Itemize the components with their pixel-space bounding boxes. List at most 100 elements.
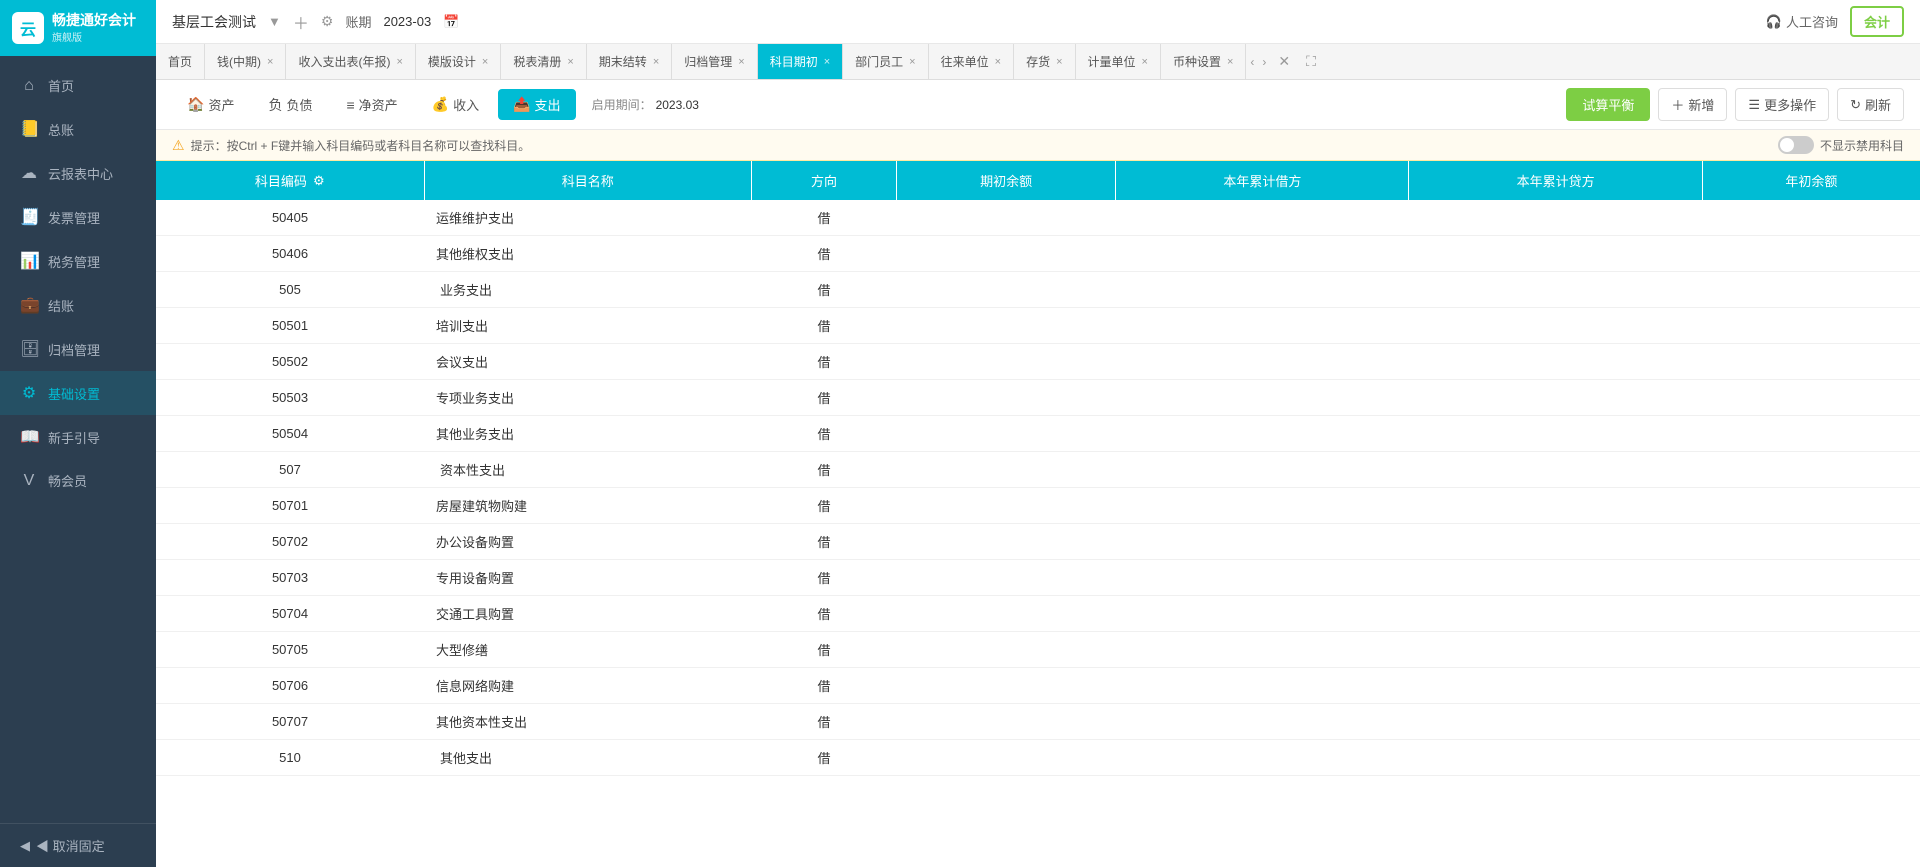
logo-name: 畅捷通好会计 bbox=[52, 12, 136, 29]
tab-close-template[interactable]: × bbox=[482, 56, 488, 68]
add-button[interactable]: ＋ 新增 bbox=[1658, 88, 1727, 121]
tab-close-stock[interactable]: × bbox=[1056, 56, 1062, 68]
table-row[interactable]: 50503 专项业务支出 借 bbox=[156, 380, 1920, 416]
sidebar-item-archive[interactable]: 🗄 归档管理 bbox=[0, 327, 156, 371]
tab-close-unit[interactable]: × bbox=[1142, 56, 1148, 68]
cell-dir: 借 bbox=[751, 452, 896, 488]
tab-unit[interactable]: 计量单位 × bbox=[1076, 44, 1161, 80]
tab-close-dept-staff[interactable]: × bbox=[909, 56, 915, 68]
archive-icon: 🗄 bbox=[20, 339, 38, 359]
table-row[interactable]: 50705 大型修缮 借 bbox=[156, 632, 1920, 668]
table-row[interactable]: 50504 其他业务支出 借 bbox=[156, 416, 1920, 452]
table-row[interactable]: 50501 培训支出 借 bbox=[156, 308, 1920, 344]
tab-close-currency[interactable]: × bbox=[1227, 56, 1233, 68]
tabs-prev[interactable]: ‹ bbox=[1246, 55, 1258, 69]
tab-qian[interactable]: 钱(中期) × bbox=[205, 44, 286, 80]
tab-home[interactable]: 首页 bbox=[156, 44, 205, 80]
tab-close-taxlist[interactable]: × bbox=[567, 56, 573, 68]
cell-balance-init bbox=[897, 560, 1116, 596]
expand-tabs[interactable]: ⛶ bbox=[1298, 53, 1324, 70]
tab-close-report[interactable]: × bbox=[396, 56, 402, 68]
sub-tab-netasset[interactable]: ≡ 净资产 bbox=[331, 89, 412, 120]
more-button[interactable]: ☰ 更多操作 bbox=[1735, 88, 1829, 121]
cell-dir: 借 bbox=[751, 632, 896, 668]
table-area[interactable]: 科目编码 ⚙ 科目名称 方向 期初余额 本年累计借方 本年累计贷方 年初余额 5… bbox=[156, 161, 1920, 867]
tab-partner[interactable]: 往来单位 × bbox=[929, 44, 1014, 80]
sidebar-item-checkout[interactable]: 💼 结账 bbox=[0, 283, 156, 327]
tab-close-partner[interactable]: × bbox=[995, 56, 1001, 68]
sidebar-item-ledger[interactable]: 📒 总账 bbox=[0, 107, 156, 151]
cell-balance-init bbox=[897, 740, 1116, 776]
sidebar-item-invoice[interactable]: 🧾 发票管理 bbox=[0, 195, 156, 239]
add-tab-icon[interactable]: ＋ bbox=[293, 10, 309, 34]
cell-year-init bbox=[1702, 344, 1920, 380]
tabs-next[interactable]: › bbox=[1258, 55, 1270, 69]
sidebar-item-vip[interactable]: V 畅会员 bbox=[0, 459, 156, 502]
tab-archive[interactable]: 归档管理 × bbox=[672, 44, 757, 80]
cell-name: 专用设备购置 bbox=[424, 560, 751, 596]
sub-tab-income[interactable]: 💰 收入 bbox=[417, 89, 494, 120]
sidebar-collapse[interactable]: ◀ ◀ 取消固定 bbox=[0, 823, 156, 867]
cell-year-init bbox=[1702, 380, 1920, 416]
sidebar-item-settings[interactable]: ⚙ 基础设置 bbox=[0, 371, 156, 415]
cell-ytd-debit bbox=[1116, 524, 1409, 560]
table-header-row: 科目编码 ⚙ 科目名称 方向 期初余额 本年累计借方 本年累计贷方 年初余额 bbox=[156, 161, 1920, 200]
help-button[interactable]: 🎧 人工咨询 bbox=[1766, 12, 1838, 31]
sidebar-item-cloud[interactable]: ☁ 云报表中心 bbox=[0, 151, 156, 195]
refresh-button[interactable]: ↻ 刷新 bbox=[1837, 88, 1904, 121]
sub-tab-label-expense: 支出 bbox=[535, 95, 561, 114]
cell-code: 510 bbox=[156, 740, 424, 776]
col-header-ytd-debit: 本年累计借方 bbox=[1116, 161, 1409, 200]
balance-button[interactable]: 试算平衡 bbox=[1566, 88, 1650, 121]
table-row[interactable]: 50707 其他资本性支出 借 bbox=[156, 704, 1920, 740]
tab-close-qian[interactable]: × bbox=[267, 56, 273, 68]
sidebar-item-tax[interactable]: 📊 税务管理 bbox=[0, 239, 156, 283]
sub-tab-asset[interactable]: 🏠 资产 bbox=[172, 89, 249, 120]
settings-gear-icon[interactable]: ⚙ bbox=[321, 13, 334, 30]
table-row[interactable]: 50405 运维维护支出 借 bbox=[156, 200, 1920, 236]
col-gear-icon[interactable]: ⚙ bbox=[313, 173, 325, 189]
cell-ytd-debit bbox=[1116, 560, 1409, 596]
cell-dir: 借 bbox=[751, 308, 896, 344]
calendar-icon[interactable]: 📅 bbox=[443, 14, 459, 30]
more-label: 更多操作 bbox=[1764, 95, 1816, 114]
cell-balance-init bbox=[897, 236, 1116, 272]
toggle-disabled-switch[interactable] bbox=[1778, 136, 1814, 154]
sub-tab-expense[interactable]: 📤 支出 bbox=[498, 89, 575, 120]
company-dropdown-icon[interactable]: ▼ bbox=[268, 14, 281, 29]
tab-dept-staff[interactable]: 部门员工 × bbox=[843, 44, 928, 80]
tab-template[interactable]: 模版设计 × bbox=[416, 44, 501, 80]
sub-tab-liability[interactable]: 负 负债 bbox=[253, 89, 327, 121]
table-row[interactable]: 50706 信息网络购建 借 bbox=[156, 668, 1920, 704]
table-row[interactable]: 50701 房屋建筑物购建 借 bbox=[156, 488, 1920, 524]
cell-ytd-debit bbox=[1116, 272, 1409, 308]
cell-name: 培训支出 bbox=[424, 308, 751, 344]
tab-close-period-end[interactable]: × bbox=[653, 56, 659, 68]
table-row[interactable]: 50704 交通工具购置 借 bbox=[156, 596, 1920, 632]
tab-report[interactable]: 收入支出表(年报) × bbox=[286, 44, 415, 80]
add-label: 新增 bbox=[1688, 95, 1714, 114]
tab-period-end[interactable]: 期末结转 × bbox=[587, 44, 672, 80]
tab-subject-init[interactable]: 科目期初 × bbox=[758, 44, 843, 80]
table-row[interactable]: 50703 专用设备购置 借 bbox=[156, 560, 1920, 596]
tab-stock[interactable]: 存货 × bbox=[1014, 44, 1075, 80]
sub-tab-label-netasset: 净资产 bbox=[359, 95, 398, 114]
sidebar-item-guide[interactable]: 📖 新手引导 bbox=[0, 415, 156, 459]
tab-close-subject-init[interactable]: × bbox=[824, 56, 830, 68]
sidebar-item-home[interactable]: ⌂ 首页 bbox=[0, 64, 156, 107]
table-row[interactable]: 50702 办公设备购置 借 bbox=[156, 524, 1920, 560]
close-all-tabs[interactable]: ✕ bbox=[1270, 53, 1298, 70]
table-row[interactable]: 50406 其他维权支出 借 bbox=[156, 236, 1920, 272]
tab-taxlist[interactable]: 税表清册 × bbox=[501, 44, 586, 80]
expense-icon: 📤 bbox=[513, 96, 530, 113]
sidebar-label-ledger: 总账 bbox=[48, 120, 74, 139]
table-row[interactable]: 505 业务支出 借 bbox=[156, 272, 1920, 308]
topbar: 基层工会测试 ▼ ＋ ⚙ 账期 2023-03 📅 🎧 人工咨询 会计 bbox=[156, 0, 1920, 44]
table-row[interactable]: 50502 会议支出 借 bbox=[156, 344, 1920, 380]
kuaiji-button[interactable]: 会计 bbox=[1850, 6, 1904, 37]
tab-label-qian: 钱(中期) bbox=[217, 53, 261, 70]
table-row[interactable]: 507 资本性支出 借 bbox=[156, 452, 1920, 488]
table-row[interactable]: 510 其他支出 借 bbox=[156, 740, 1920, 776]
tab-currency[interactable]: 币种设置 × bbox=[1161, 44, 1246, 80]
tab-close-archive[interactable]: × bbox=[738, 56, 744, 68]
